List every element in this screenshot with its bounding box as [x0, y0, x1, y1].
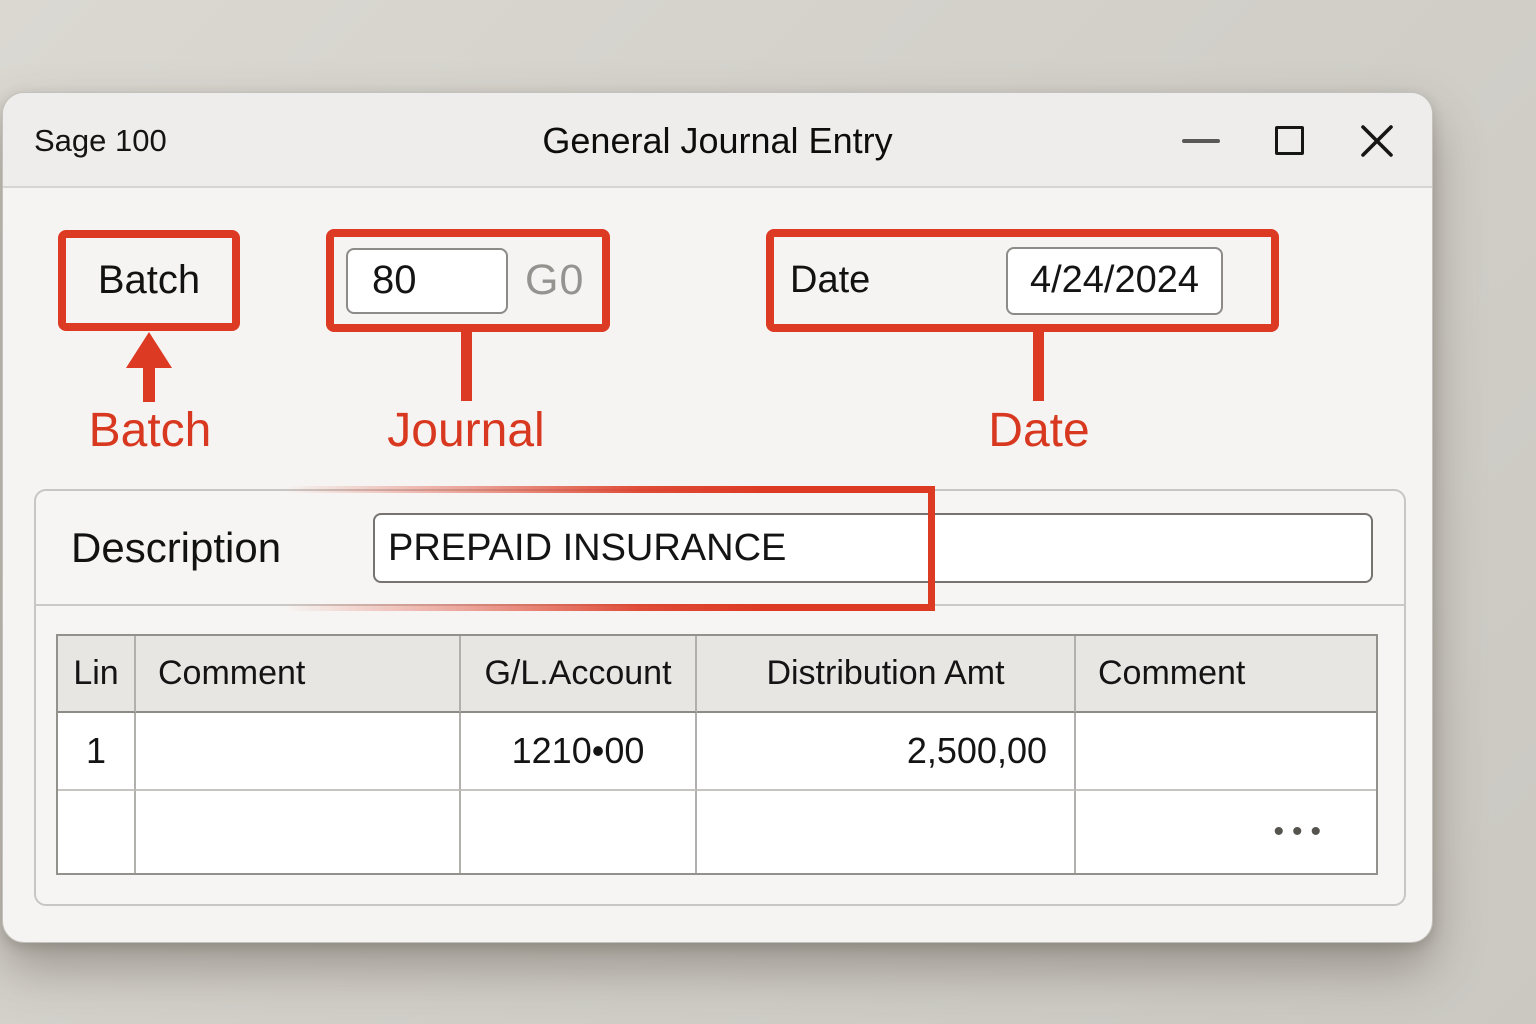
description-row: Description	[36, 491, 1404, 606]
column-header-comment: Comment	[136, 636, 461, 713]
journal-connector-line	[461, 331, 472, 401]
batch-annotation-box: Batch	[58, 230, 240, 331]
table-cell-comment[interactable]	[136, 791, 461, 873]
minimize-button[interactable]	[1182, 122, 1220, 160]
general-journal-entry-window: Sage 100 General Journal Entry Batch G0	[2, 92, 1433, 943]
table-cell-gl-account[interactable]	[461, 791, 697, 873]
annotation-label-date: Date	[988, 404, 1090, 457]
window-title: General Journal Entry	[542, 119, 893, 161]
more-options-icon[interactable]: •••	[1273, 817, 1349, 847]
journal-lines-table: Lin Comment G/L.Account Distribution Amt…	[56, 634, 1378, 875]
table-cell-lin[interactable]: 1	[58, 713, 136, 791]
window-controls	[1182, 93, 1396, 188]
description-input[interactable]	[373, 513, 1373, 583]
table-cell-comment-2: •••	[1076, 791, 1376, 873]
journal-input[interactable]	[346, 247, 508, 314]
column-header-gl-account: G/L.Account	[461, 636, 697, 713]
table-cell-distribution-amt[interactable]	[697, 791, 1076, 873]
date-field-label: Date	[790, 259, 871, 301]
titlebar[interactable]: Sage 100 General Journal Entry	[3, 93, 1432, 188]
entry-panel: Description Lin Comment G/L.Account Dist…	[34, 489, 1406, 906]
maximize-button[interactable]	[1270, 122, 1308, 160]
table-cell-gl-account[interactable]: 1210•00	[461, 713, 697, 791]
app-name: Sage 100	[34, 122, 167, 158]
batch-field-label: Batch	[97, 258, 201, 302]
batch-arrow-up-icon	[126, 332, 172, 402]
column-header-distribution-amt: Distribution Amt	[697, 636, 1076, 713]
column-header-lin: Lin	[58, 636, 136, 713]
date-annotation-box: Date	[766, 229, 1279, 332]
journal-annotation-box: G0	[326, 229, 610, 332]
close-icon	[1361, 124, 1393, 157]
minimize-icon	[1182, 138, 1220, 143]
close-button[interactable]	[1358, 122, 1396, 160]
description-label: Description	[71, 523, 282, 571]
date-connector-line	[1033, 331, 1044, 401]
table-cell-comment[interactable]	[136, 713, 461, 791]
maximize-icon	[1274, 126, 1304, 155]
table-cell-lin[interactable]	[58, 791, 136, 873]
annotation-label-batch: Batch	[88, 404, 212, 457]
table-cell-distribution-amt[interactable]: 2,500,00	[697, 713, 1076, 791]
journal-code-hint: G0	[525, 256, 585, 304]
table-cell-comment-2[interactable]	[1076, 713, 1376, 791]
annotation-label-journal: Journal	[387, 404, 545, 457]
column-header-comment-2: Comment	[1076, 636, 1376, 713]
date-input[interactable]	[1006, 246, 1223, 315]
